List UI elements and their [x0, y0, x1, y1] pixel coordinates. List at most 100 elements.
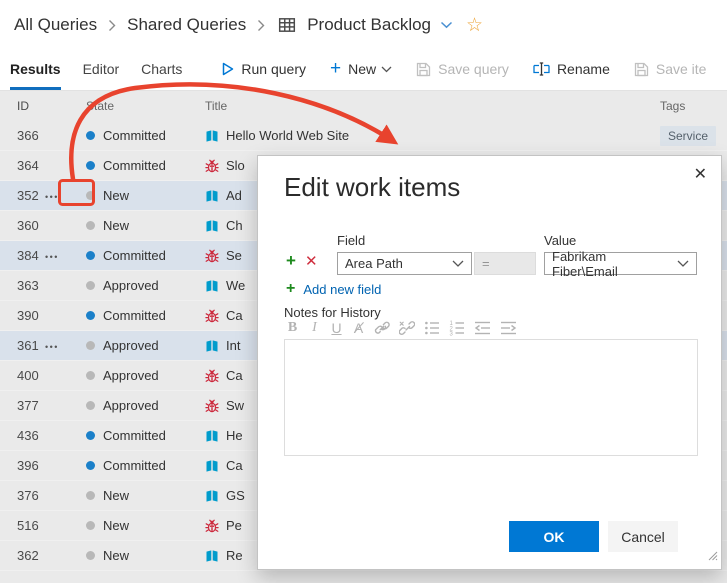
bug-icon [205, 369, 219, 383]
bug-icon [205, 249, 219, 263]
save-items-icon [634, 62, 649, 77]
rename-button[interactable]: Rename [533, 48, 610, 90]
column-header-tags[interactable]: Tags [660, 99, 727, 113]
cancel-button[interactable]: Cancel [608, 521, 678, 552]
cell-id: 362 [17, 548, 39, 563]
ok-button[interactable]: OK [509, 521, 599, 552]
cell-title[interactable]: Hello World Web Site [205, 128, 660, 143]
backlog-item-icon [205, 219, 219, 233]
richtext-toolbar: B I U A 123 [286, 320, 517, 336]
cell-id: 377 [17, 398, 39, 413]
chevron-down-icon[interactable] [381, 66, 392, 73]
cell-id: 360 [17, 218, 39, 233]
indent-icon[interactable] [500, 320, 517, 336]
cell-state: Committed [86, 128, 205, 143]
bug-icon [205, 519, 219, 533]
tab-charts[interactable]: Charts [141, 48, 182, 90]
state-dot-icon [86, 491, 95, 500]
breadcrumb-current-query: Product Backlog [307, 15, 432, 34]
cell-id: 352 [17, 188, 39, 203]
cell-state: Approved [86, 398, 205, 413]
cell-state: Committed [86, 158, 205, 173]
field-label: Field [337, 233, 366, 248]
new-button[interactable]: + New [330, 48, 392, 90]
play-icon [222, 62, 234, 76]
save-icon [416, 62, 431, 77]
close-icon[interactable]: ✕ [694, 164, 707, 184]
cell-state: Approved [86, 278, 205, 293]
cell-id: 364 [17, 158, 39, 173]
context-menu-icon[interactable]: ••• [45, 342, 59, 352]
cell-state: New [86, 488, 205, 503]
backlog-item-icon [205, 339, 219, 353]
command-bar: Results Editor Charts Run query + New Sa… [0, 48, 727, 90]
value-label: Value [544, 233, 577, 248]
cell-state: Approved [86, 368, 205, 383]
cell-state: Approved [86, 338, 205, 353]
tab-results[interactable]: Results [10, 48, 61, 90]
query-menu-chevron-icon[interactable] [440, 21, 453, 29]
column-header-title[interactable]: Title [205, 99, 660, 113]
column-header-state[interactable]: State [86, 99, 205, 113]
unlink-icon[interactable] [399, 320, 415, 336]
add-clause-icon[interactable]: + [286, 251, 296, 271]
view-tabs: Results Editor Charts [0, 48, 204, 90]
run-query-button[interactable]: Run query [222, 48, 306, 90]
cell-id: 361 [17, 338, 39, 353]
field-dropdown[interactable]: Area Path [337, 252, 472, 275]
backlog-item-icon [205, 189, 219, 203]
tag-chip: Service [660, 125, 717, 146]
backlog-item-icon [205, 279, 219, 293]
state-dot-icon [86, 311, 95, 320]
save-query-button[interactable]: Save query [416, 48, 509, 90]
cell-id: 366 [17, 128, 39, 143]
state-dot-icon [86, 161, 95, 170]
cell-state: Committed [86, 248, 205, 263]
bug-icon [205, 399, 219, 413]
save-items-button[interactable]: Save ite [634, 48, 706, 90]
chevron-down-icon [446, 260, 464, 268]
breadcrumb-shared-queries[interactable]: Shared Queries [127, 15, 246, 35]
cell-state: New [86, 518, 205, 533]
cell-id: 390 [17, 308, 39, 323]
state-dot-icon [86, 131, 95, 140]
plus-icon: + [329, 57, 342, 79]
resize-gripper[interactable] [707, 548, 718, 566]
numbered-list-icon[interactable]: 123 [449, 320, 465, 336]
backlog-item-icon [205, 129, 219, 143]
add-new-field-link[interactable]: + Add new field [286, 281, 381, 297]
operator-field: = [474, 252, 536, 275]
cell-id: 384 [17, 248, 39, 263]
notes-textarea[interactable] [284, 339, 698, 456]
value-dropdown[interactable]: Fabrikam Fiber\Email [544, 249, 697, 279]
bug-icon [205, 309, 219, 323]
cell-id: 400 [17, 368, 39, 383]
underline-icon[interactable]: U [330, 320, 343, 336]
cell-id: 436 [17, 428, 39, 443]
context-menu-icon[interactable]: ••• [45, 192, 59, 202]
tab-editor[interactable]: Editor [83, 48, 120, 90]
cell-state: New [86, 548, 205, 563]
cell-state: Committed [86, 428, 205, 443]
edit-work-items-dialog: ✕ Edit work items + ✕ Field Area Path = … [257, 155, 722, 570]
bulleted-list-icon[interactable] [424, 320, 440, 336]
breadcrumb: All Queries Shared Queries Product Backl… [14, 10, 483, 40]
column-header-id[interactable]: ID [0, 99, 43, 113]
state-dot-icon [86, 281, 95, 290]
italic-icon[interactable]: I [308, 320, 321, 336]
state-dot-icon [86, 521, 95, 530]
clear-format-icon[interactable]: A [352, 320, 365, 336]
chevron-down-icon [671, 260, 689, 268]
link-icon[interactable] [374, 320, 390, 336]
bold-icon[interactable]: B [286, 320, 299, 336]
outdent-icon[interactable] [474, 320, 491, 336]
remove-clause-icon[interactable]: ✕ [305, 253, 318, 271]
favorite-star-icon[interactable]: ☆ [466, 16, 483, 35]
table-row[interactable]: 366 ••• Committed Hello World Web Site S… [0, 121, 727, 151]
breadcrumb-all-queries[interactable]: All Queries [14, 15, 97, 35]
context-menu-icon[interactable]: ••• [45, 252, 59, 262]
plus-icon: + [286, 280, 296, 297]
backlog-item-icon [205, 549, 219, 563]
backlog-item-icon [205, 429, 219, 443]
chevron-right-icon [108, 19, 116, 32]
